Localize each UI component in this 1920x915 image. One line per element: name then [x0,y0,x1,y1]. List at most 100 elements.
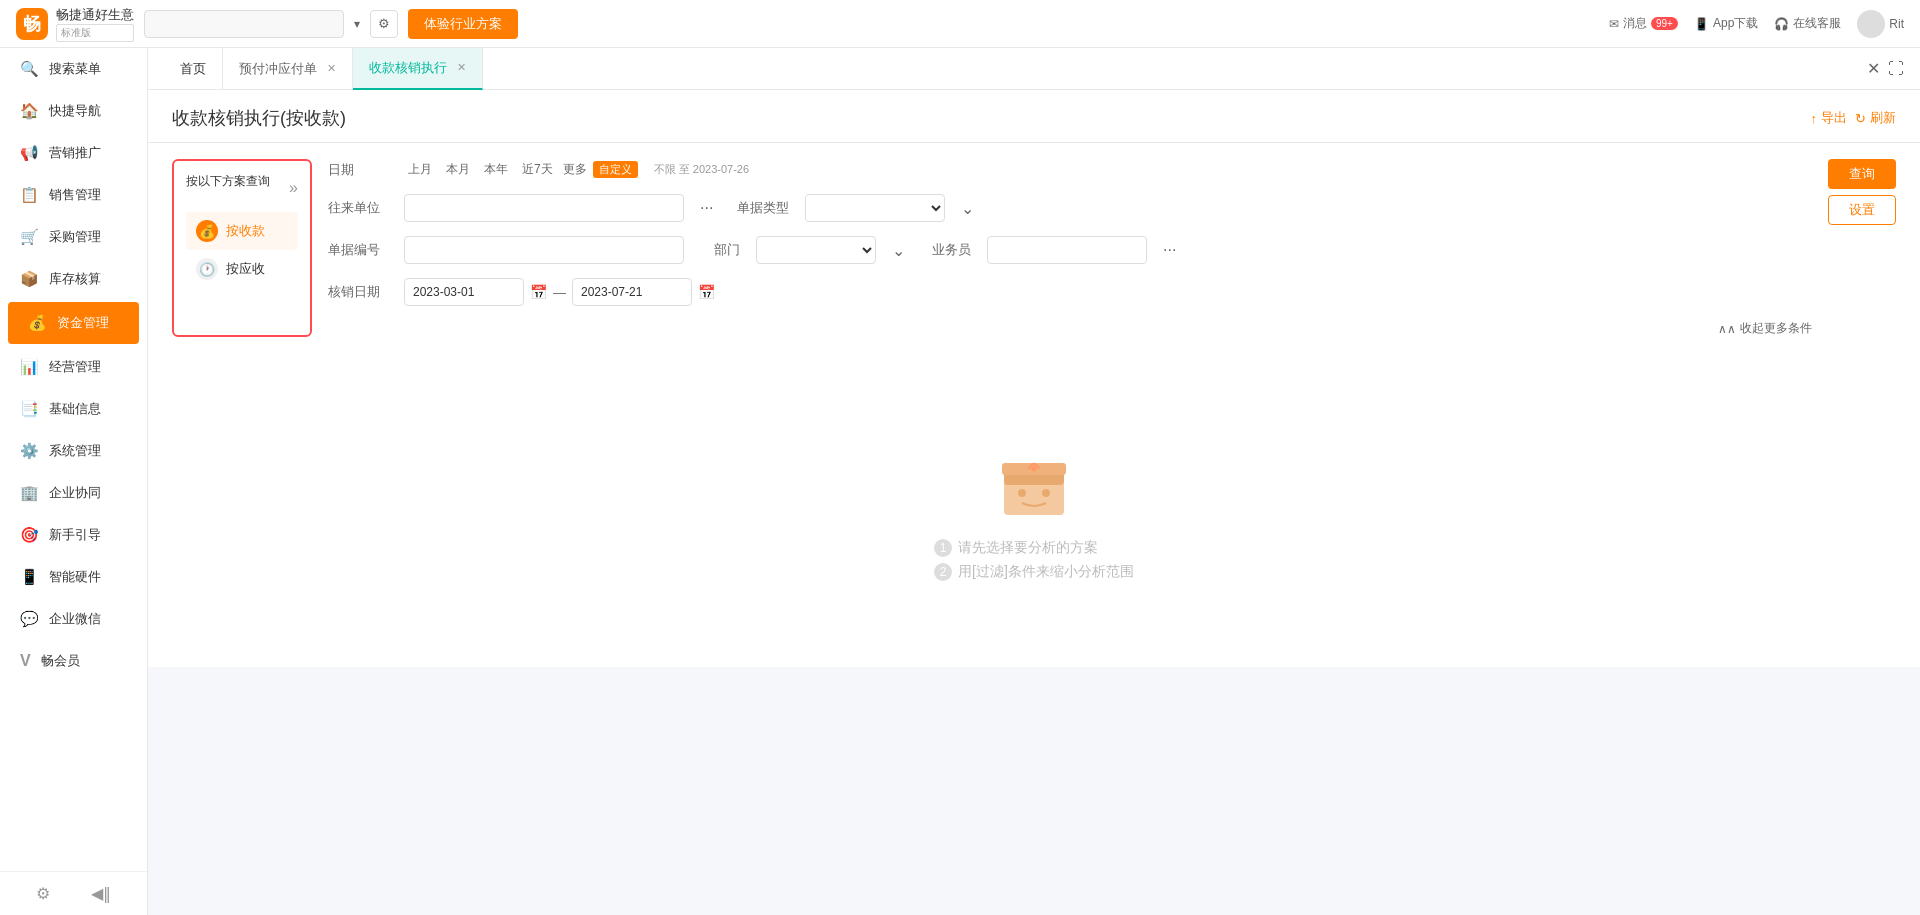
filter-option-by-receipt[interactable]: 💰 按收款 [186,212,298,250]
date-shortcut-last-month[interactable]: 上月 [404,159,436,180]
sidebar-bottom: ⚙ ◀‖ [0,871,147,915]
tab-collection-label: 收款核销执行 [369,59,447,77]
tab-prepay[interactable]: 预付冲应付单 ✕ [223,48,353,90]
page-title: 收款核销执行(按收款) [172,106,346,130]
basic-info-icon: 📑 [20,400,39,418]
sidebar-item-sales[interactable]: 📋 销售管理 [0,174,147,216]
industry-btn[interactable]: 体验行业方案 [408,9,518,39]
search-dropdown-btn[interactable]: ▾ [354,17,360,31]
date-custom-badge[interactable]: 自定义 [593,161,638,178]
filter-row-date: 日期 上月 本月 本年 近7天 更多 自定义 [328,159,1812,180]
main-layout: 🔍 搜索菜单 🏠 快捷导航 📢 营销推广 📋 销售管理 🛒 采购管理 📦 库存核… [0,48,1920,915]
filter-collapse-arrow[interactable]: » [289,179,298,197]
tab-bar: 首页 预付冲应付单 ✕ 收款核销执行 ✕ ✕ ⛶ [148,48,1920,90]
date-shortcut-this-year[interactable]: 本年 [480,159,512,180]
filter-option-by-receivable[interactable]: 🕐 按应收 [186,250,298,288]
sidebar-item-inventory[interactable]: 📦 库存核算 [0,258,147,300]
sidebar-label-purchase: 采购管理 [49,228,101,246]
sidebar-item-wechat[interactable]: 💬 企业微信 [0,598,147,640]
filter-row-verify-date: 核销日期 📅 — 📅 [328,278,1812,306]
sidebar-item-marketing[interactable]: 📢 营销推广 [0,132,147,174]
message-badge: 99+ [1651,17,1678,30]
tab-prepay-close[interactable]: ✕ [327,62,336,75]
sidebar-item-finance[interactable]: 💰 资金管理 [8,302,139,344]
date-more-btn[interactable]: 更多 [563,161,587,178]
export-label: 导出 [1821,109,1847,127]
sidebar-item-operations[interactable]: 📊 经营管理 [0,346,147,388]
sidebar-label-finance: 资金管理 [57,314,109,332]
sidebar-item-quick-nav[interactable]: 🏠 快捷导航 [0,90,147,132]
tab-collection[interactable]: 收款核销执行 ✕ [353,48,483,90]
setting-btn[interactable]: 设置 [1828,195,1896,225]
filter-section: 按以下方案查询 » 💰 按收款 🕐 按应收 [148,143,1920,353]
export-btn[interactable]: ↑ 导出 [1811,109,1848,127]
date-shortcut-this-month[interactable]: 本月 [442,159,474,180]
sidebar-label-smart-hw: 智能硬件 [49,568,101,586]
tab-fullscreen-btn[interactable]: ⛶ [1888,60,1904,78]
sidebar-item-vip[interactable]: V 畅会员 [0,640,147,682]
sidebar-item-basic-info[interactable]: 📑 基础信息 [0,388,147,430]
query-btn[interactable]: 查询 [1828,159,1896,189]
by-receipt-icon: 💰 [196,220,218,242]
by-receipt-label: 按收款 [226,222,265,240]
date-label: 日期 [328,161,388,179]
dept-select[interactable] [756,236,876,264]
inventory-icon: 📦 [20,270,39,288]
query-btn-group: 查询 设置 [1828,159,1896,225]
partner-input[interactable] [404,194,684,222]
top-bar-left: 畅 畅捷通好生意 标准版 ▾ ⚙ 体验行业方案 [16,6,518,42]
online-service-item[interactable]: 🎧 在线客服 [1774,15,1841,32]
dept-dots[interactable]: ⌄ [892,241,905,260]
date-shortcut-group: 上月 本月 本年 近7天 更多 自定义 [404,159,638,180]
verify-date-end-calendar-icon[interactable]: 📅 [698,284,715,300]
export-icon: ↑ [1811,111,1818,126]
doc-no-input[interactable] [404,236,684,264]
sidebar-collapse-btn[interactable]: ◀‖ [91,884,111,903]
partner-dots[interactable]: ··· [700,199,713,217]
sidebar: 🔍 搜索菜单 🏠 快捷导航 📢 营销推广 📋 销售管理 🛒 采购管理 📦 库存核… [0,48,148,915]
sidebar-label-sales: 销售管理 [49,186,101,204]
search-input[interactable] [144,10,344,38]
doc-type-select[interactable] [805,194,945,222]
doc-no-label: 单据编号 [328,241,388,259]
message-icon: ✉ [1609,17,1619,31]
sidebar-label-wechat: 企业微信 [49,610,101,628]
verify-date-start[interactable] [404,278,524,306]
sidebar-item-purchase[interactable]: 🛒 采购管理 [0,216,147,258]
home-icon: 🏠 [20,102,39,120]
date-shortcut-7days[interactable]: 近7天 [518,159,557,180]
empty-texts: 1 请先选择要分析的方案 2 用[过滤]条件来缩小分析范围 [934,539,1134,587]
tab-collection-close[interactable]: ✕ [457,61,466,74]
date-hint: 不限 至 2023-07-26 [654,162,749,177]
message-item[interactable]: ✉ 消息 99+ [1609,15,1678,32]
sidebar-label-enterprise: 企业协同 [49,484,101,502]
salesperson-dots[interactable]: ··· [1163,241,1176,259]
sidebar-item-smart-hw[interactable]: 📱 智能硬件 [0,556,147,598]
refresh-btn[interactable]: ↻ 刷新 [1855,109,1896,127]
salesperson-input[interactable] [987,236,1147,264]
guide-icon: 🎯 [20,526,39,544]
user-area[interactable]: Rit [1857,10,1904,38]
sidebar-item-search-menu[interactable]: 🔍 搜索菜单 [0,48,147,90]
sidebar-item-system[interactable]: ⚙️ 系统管理 [0,430,147,472]
app-download-item[interactable]: 📱 App下载 [1694,15,1758,32]
logo-icon: 畅 [16,8,48,40]
gear-btn[interactable]: ⚙ [370,10,398,38]
hint-text-1: 请先选择要分析的方案 [958,539,1098,557]
date-range-hint: 不限 至 2023-07-26 [654,162,749,177]
smart-hw-icon: 📱 [20,568,39,586]
tab-home[interactable]: 首页 [164,48,223,90]
vip-icon: V [20,652,31,670]
sidebar-settings-btn[interactable]: ⚙ [36,884,50,903]
verify-date-start-calendar-icon[interactable]: 📅 [530,284,547,300]
message-label: 消息 [1623,15,1647,32]
finance-icon: 💰 [28,314,47,332]
sales-icon: 📋 [20,186,39,204]
salesperson-label: 业务员 [921,241,971,259]
doc-type-dots[interactable]: ⌄ [961,199,974,218]
verify-date-end[interactable] [572,278,692,306]
tab-close-all-btn[interactable]: ✕ [1867,59,1880,78]
collapse-more-btn[interactable]: ∧∧ 收起更多条件 [328,320,1812,337]
sidebar-item-guide[interactable]: 🎯 新手引导 [0,514,147,556]
sidebar-item-enterprise[interactable]: 🏢 企业协同 [0,472,147,514]
